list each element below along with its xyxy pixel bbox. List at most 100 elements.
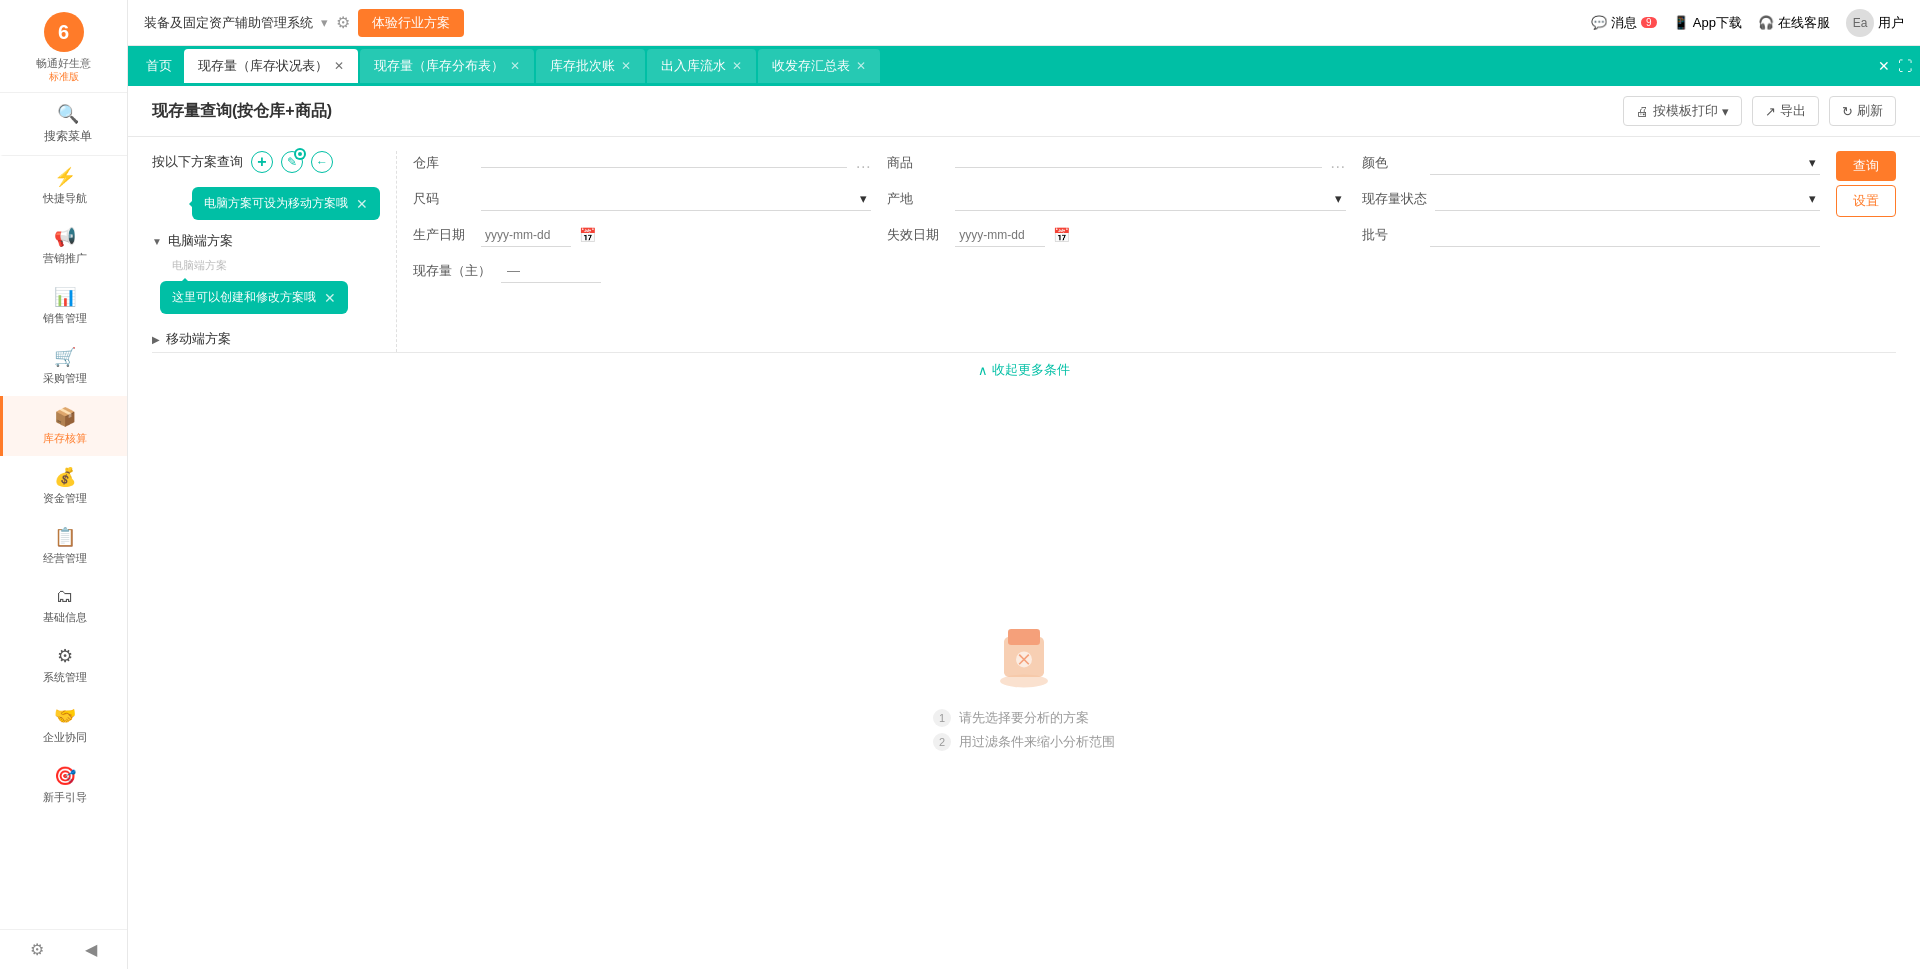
tooltip2-close[interactable]: ✕: [324, 290, 336, 306]
scheme-mobile-arrow: ▶: [152, 334, 160, 345]
sidebar-item-search[interactable]: 🔍 搜索菜单: [0, 93, 127, 156]
produce-date-input[interactable]: [481, 224, 571, 247]
settings-icon[interactable]: ⚙: [30, 940, 44, 959]
tooltip1-close[interactable]: ✕: [356, 196, 368, 212]
back-button[interactable]: ←: [311, 151, 333, 173]
tab-close-collect[interactable]: ✕: [856, 59, 866, 73]
tab-home[interactable]: 首页: [136, 49, 182, 83]
scheme-pc-child-label: 电脑端方案: [172, 258, 227, 273]
sidebar-item-inventory[interactable]: 📦 库存核算: [0, 396, 127, 456]
filter-field-batch: 批号: [1362, 223, 1820, 247]
goods-more-icon[interactable]: …: [1330, 154, 1346, 172]
empty-hint-2: 2 用过滤条件来缩小分析范围: [933, 733, 1115, 751]
top-header: 装备及固定资产辅助管理系统 ▾ ⚙ 体验行业方案 💬 消息 9 📱 App下载 …: [128, 0, 1920, 46]
query-button[interactable]: 查询: [1836, 151, 1896, 181]
color-select[interactable]: ▾: [1430, 151, 1820, 175]
edit-scheme-button[interactable]: ✎: [281, 151, 303, 173]
warehouse-more-icon[interactable]: …: [855, 154, 871, 172]
expire-calendar-icon[interactable]: 📅: [1053, 227, 1070, 243]
sidebar-item-system[interactable]: ⚙ 系统管理: [0, 635, 127, 695]
filter-label: 按以下方案查询: [152, 153, 243, 171]
tab-inout-flow[interactable]: 出入库流水 ✕: [647, 49, 756, 83]
page-actions: 🖨 按模板打印 ▾ ↗ 导出 ↻ 刷新: [1623, 96, 1896, 126]
empty-illustration: [984, 613, 1064, 693]
stock-qty-from[interactable]: [501, 259, 601, 283]
expire-date-input[interactable]: [955, 224, 1045, 247]
refresh-button[interactable]: ↻ 刷新: [1829, 96, 1896, 126]
filter-row-1: 仓库 … 商品 …: [413, 151, 1820, 175]
color-dropdown-icon: ▾: [1809, 155, 1816, 170]
tab-inventory-dist[interactable]: 现存量（库存分布表） ✕: [360, 49, 534, 83]
scheme-mobile-node[interactable]: ▶ 移动端方案: [152, 326, 380, 352]
settings-button[interactable]: 设置: [1836, 185, 1896, 217]
origin-dropdown-icon: ▾: [1335, 191, 1342, 206]
app-download-button[interactable]: 📱 App下载: [1673, 14, 1742, 32]
query-btn-group: 查询 设置: [1836, 151, 1896, 217]
filter-field-produce-date: 生产日期 📅: [413, 223, 871, 247]
main-area: 装备及固定资产辅助管理系统 ▾ ⚙ 体验行业方案 💬 消息 9 📱 App下载 …: [128, 0, 1920, 969]
tab-close-all[interactable]: ✕: [1878, 58, 1890, 74]
add-scheme-button[interactable]: +: [251, 151, 273, 173]
tab-close-inout[interactable]: ✕: [732, 59, 742, 73]
headset-icon: 🎧: [1758, 15, 1774, 30]
tab-batch-account[interactable]: 库存批次账 ✕: [536, 49, 645, 83]
logo-icon: 6: [44, 12, 84, 52]
filter-field-color: 颜色 ▾: [1362, 151, 1820, 175]
service-button[interactable]: 🎧 在线客服: [1758, 14, 1830, 32]
filter-fields: 仓库 … 商品 …: [413, 151, 1820, 295]
origin-select[interactable]: ▾: [955, 187, 1345, 211]
trial-button[interactable]: 体验行业方案: [358, 9, 464, 37]
sidebar-item-quick[interactable]: ⚡ 快捷导航: [0, 156, 127, 216]
sidebar-item-operations[interactable]: 📋 经营管理: [0, 516, 127, 576]
message-icon: 💬: [1591, 15, 1607, 30]
tab-maximize[interactable]: ⛶: [1898, 58, 1912, 74]
export-button[interactable]: ↗ 导出: [1752, 96, 1819, 126]
filter-row-2: 尺码 ▾ 产地 ▾: [413, 187, 1820, 211]
filter-header: 按以下方案查询 + ✎ ←: [152, 151, 380, 173]
tooltip-create-scheme: 这里可以创建和修改方案哦 ✕: [160, 281, 348, 314]
sidebar-item-sales[interactable]: 📊 销售管理: [0, 276, 127, 336]
export-icon: ↗: [1765, 104, 1776, 119]
message-button[interactable]: 💬 消息 9: [1591, 14, 1657, 32]
sidebar-item-assets[interactable]: 💰 资金管理: [0, 456, 127, 516]
sidebar-item-basic[interactable]: 🗂 基础信息: [0, 576, 127, 635]
user-menu[interactable]: Ea 用户: [1846, 9, 1904, 37]
search-icon: 🔍: [57, 103, 79, 125]
status-dropdown-icon: ▾: [1809, 191, 1816, 206]
empty-hints-list: 1 请先选择要分析的方案 2 用过滤条件来缩小分析范围: [933, 709, 1115, 757]
size-select[interactable]: ▾: [481, 187, 871, 211]
page-header: 现存量查询(按仓库+商品) 🖨 按模板打印 ▾ ↗ 导出 ↻ 刷新: [128, 86, 1920, 137]
sidebar-item-enterprise[interactable]: 🤝 企业协同: [0, 695, 127, 755]
sidebar-item-purchase[interactable]: 🛒 采购管理: [0, 336, 127, 396]
print-button[interactable]: 🖨 按模板打印 ▾: [1623, 96, 1742, 126]
collapse-bar[interactable]: ∧ 收起更多条件: [152, 352, 1896, 387]
dropdown-icon[interactable]: ▾: [321, 15, 328, 30]
filter-field-expire-date: 失效日期 📅: [887, 223, 1345, 247]
sidebar-search-label: 搜索菜单: [44, 128, 92, 145]
warehouse-select[interactable]: [481, 159, 847, 168]
settings-gear-icon[interactable]: ⚙: [336, 13, 350, 32]
tab-close-inventory-dist[interactable]: ✕: [510, 59, 520, 73]
goods-select[interactable]: [955, 159, 1321, 168]
status-select[interactable]: ▾: [1435, 187, 1820, 211]
tab-close-batch[interactable]: ✕: [621, 59, 631, 73]
refresh-icon: ↻: [1842, 104, 1853, 119]
tabs-bar: 首页 现存量（库存状况表） ✕ 现存量（库存分布表） ✕ 库存批次账 ✕ 出入库…: [128, 46, 1920, 86]
printer-icon: 🖨: [1636, 104, 1649, 119]
scheme-pc-node[interactable]: ▼ 电脑端方案: [152, 228, 380, 254]
tooltip-scheme-mobile: 电脑方案可设为移动方案哦 ✕: [192, 187, 380, 220]
sidebar-item-marketing[interactable]: 📢 营销推广: [0, 216, 127, 276]
tab-close-inventory-status[interactable]: ✕: [334, 59, 344, 73]
produce-calendar-icon[interactable]: 📅: [579, 227, 596, 243]
tab-collect-summary[interactable]: 收发存汇总表 ✕: [758, 49, 880, 83]
empty-hint-1: 1 请先选择要分析的方案: [933, 709, 1115, 727]
empty-state: 1 请先选择要分析的方案 2 用过滤条件来缩小分析范围: [128, 401, 1920, 969]
tab-inventory-status[interactable]: 现存量（库存状况表） ✕: [184, 49, 358, 83]
filter-row-3: 生产日期 📅 失效日期 📅 批号: [413, 223, 1820, 247]
avatar: Ea: [1846, 9, 1874, 37]
collapse-icon[interactable]: ◀: [85, 940, 97, 959]
sidebar-item-guide[interactable]: 🎯 新手引导: [0, 755, 127, 815]
header-right: 💬 消息 9 📱 App下载 🎧 在线客服 Ea 用户: [1591, 9, 1904, 37]
batch-input[interactable]: [1430, 223, 1820, 247]
message-badge: 9: [1641, 17, 1657, 28]
